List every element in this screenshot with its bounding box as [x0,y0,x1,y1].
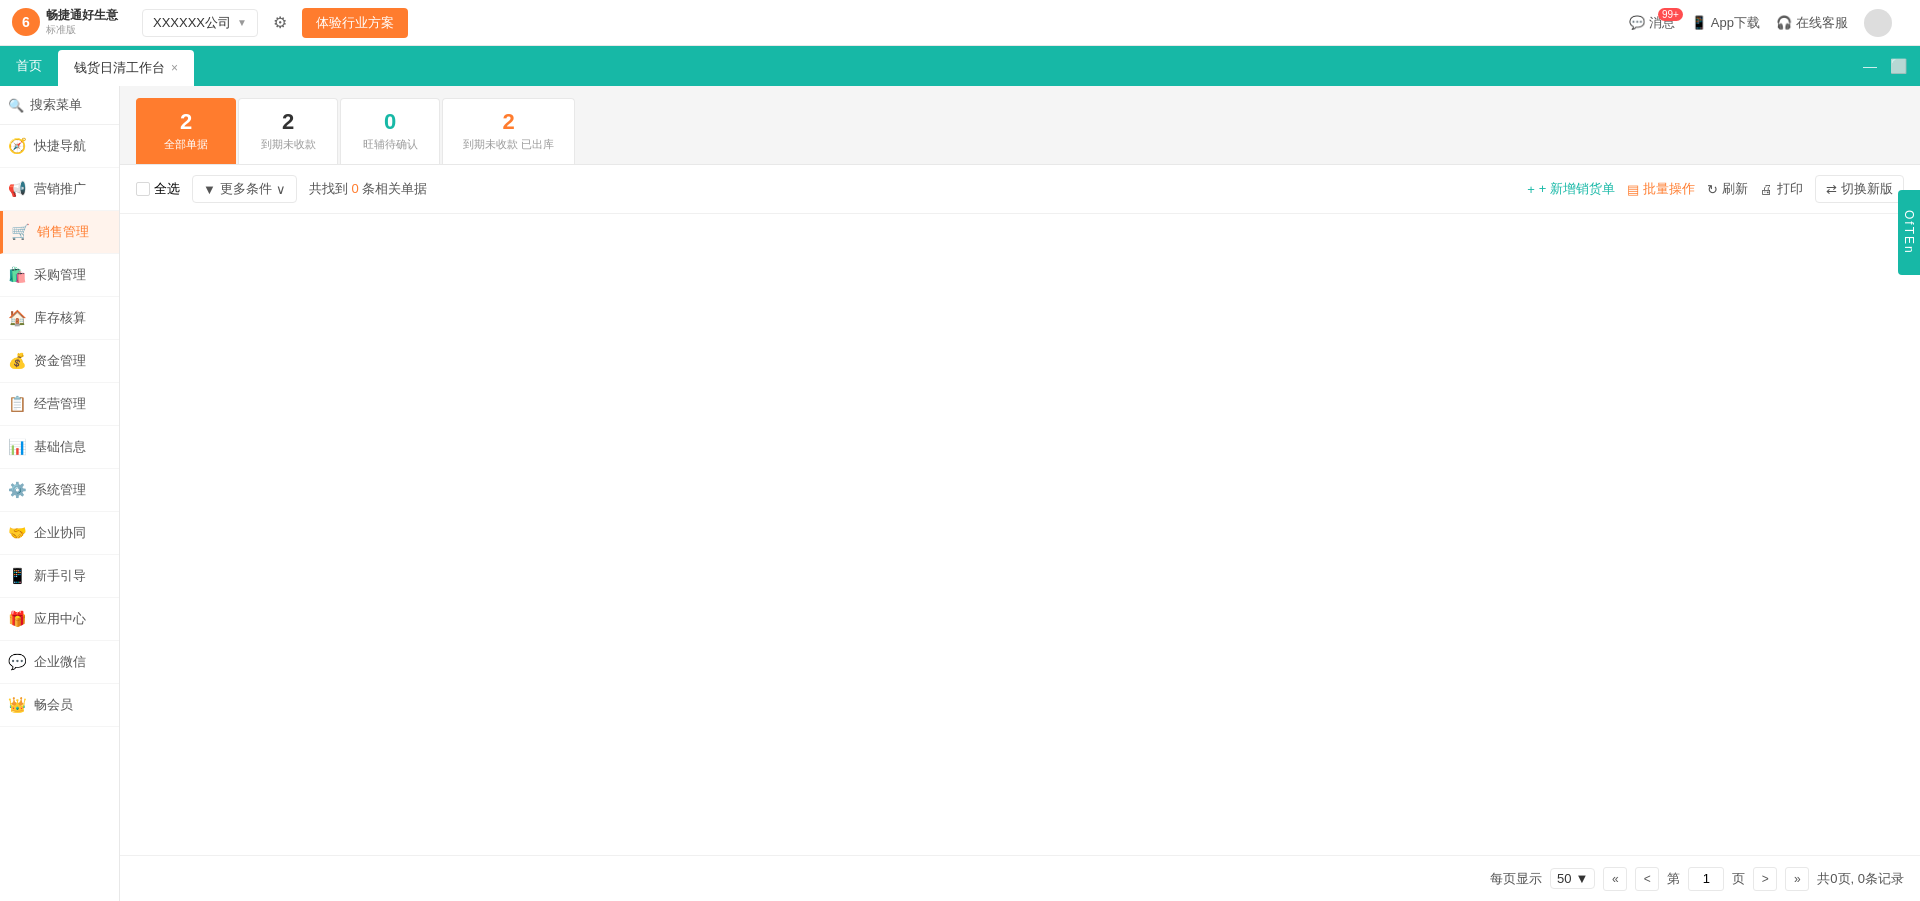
filter-button[interactable]: ▼ 更多条件 ∨ [192,175,297,203]
stat-tab-overdue-unshipped[interactable]: 2 到期未收款 已出库 [442,98,575,164]
message-button[interactable]: 💬 消息 99+ [1629,14,1675,32]
nav-tabs: 首页 钱货日清工作台 × — ⬜ [0,46,1920,86]
marketing-icon: 📢 [8,180,26,198]
stat-tab-wangwang[interactable]: 0 旺辅待确认 [340,98,440,164]
sidebar-item-app-center[interactable]: 🎁 应用中心 [0,598,119,641]
trial-button[interactable]: 体验行业方案 [302,8,408,38]
sidebar-item-operations[interactable]: 📋 经营管理 [0,383,119,426]
top-header: 6 畅捷通好生意 标准版 XXXXXX公司 ▼ ⚙ 体验行业方案 💬 消息 99… [0,0,1920,46]
window-minimize-button[interactable]: — [1860,56,1880,76]
sidebar-item-inventory[interactable]: 🏠 库存核算 [0,297,119,340]
app-download-button[interactable]: 📱 App下载 [1691,14,1760,32]
online-service-button[interactable]: 🎧 在线客服 [1776,14,1848,32]
sidebar-item-quick-nav[interactable]: 🧭 快捷导航 [0,125,119,168]
batch-operation-button[interactable]: ▤ 批量操作 [1627,180,1695,198]
member-icon: 👑 [8,696,26,714]
settings-button[interactable]: ⚙ [266,9,294,37]
found-number: 0 [352,181,359,196]
plus-icon: + [1527,182,1535,197]
wechat-icon: 💬 [8,653,26,671]
per-page-label: 每页显示 [1490,870,1542,888]
refresh-button[interactable]: ↻ 刷新 [1707,180,1748,198]
sidebar-item-member[interactable]: 👑 畅会员 [0,684,119,727]
company-name: XXXXXX公司 [153,14,231,32]
guide-icon: 📱 [8,567,26,585]
sidebar: 🔍 搜索菜单 🧭 快捷导航 📢 营销推广 🛒 销售管理 🛍️ 采购管理 🏠 库存… [0,86,120,901]
refresh-icon: ↻ [1707,182,1718,197]
sidebar-search-button[interactable]: 🔍 搜索菜单 [0,86,119,125]
quick-nav-icon: 🧭 [8,137,26,155]
switch-new-version-button[interactable]: ⇄ 切换新版 [1815,175,1904,203]
page-label: 第 [1667,870,1680,888]
checkbox-box[interactable] [136,182,150,196]
message-icon: 💬 [1629,15,1645,30]
total-info: 共0页, 0条记录 [1817,870,1904,888]
sidebar-item-marketing[interactable]: 📢 营销推广 [0,168,119,211]
found-count-text: 共找到 0 条相关单据 [309,180,427,198]
tab-home[interactable]: 首页 [0,46,58,86]
page-size-select[interactable]: 50 ▼ [1550,868,1595,889]
stat-tab-all[interactable]: 2 全部单据 [136,98,236,164]
sidebar-item-enterprise[interactable]: 🤝 企业协同 [0,512,119,555]
purchase-icon: 🛍️ [8,266,26,284]
logo-text: 畅捷通好生意 标准版 [46,8,118,36]
pagination: 每页显示 50 ▼ « < 第 页 > » [120,855,1920,901]
often-tag[interactable]: OfTEn [1898,190,1920,275]
search-icon: 🔍 [8,98,24,113]
page-number-input[interactable] [1688,867,1724,891]
avatar[interactable] [1864,9,1892,37]
download-icon: 📱 [1691,15,1707,30]
logo-icon: 6 [12,8,40,36]
sidebar-item-base-info[interactable]: 📊 基础信息 [0,426,119,469]
logo-area: 6 畅捷通好生意 标准版 [12,8,132,36]
toolbar-right: + + 新增销货单 ▤ 批量操作 ↻ 刷新 🖨 打印 [1527,175,1904,203]
sales-icon: 🛒 [11,223,29,241]
batch-icon: ▤ [1627,182,1639,197]
system-icon: ⚙️ [8,481,26,499]
last-page-button[interactable]: » [1785,867,1809,891]
company-selector[interactable]: XXXXXX公司 ▼ [142,9,258,37]
inventory-icon: 🏠 [8,309,26,327]
message-badge: 99+ [1658,8,1683,21]
page-suffix: 页 [1732,870,1745,888]
toolbar: 全选 ▼ 更多条件 ∨ 共找到 0 条相关单据 + + 新增销货单 [120,165,1920,214]
chevron-down-icon: ▼ [237,17,247,28]
first-page-button[interactable]: « [1603,867,1627,891]
stats-tabs: 2 全部单据 2 到期未收款 0 旺辅待确认 2 到期未收款 已出库 [120,86,1920,165]
filter-icon: ▼ [203,182,216,197]
sidebar-item-finance[interactable]: 💰 资金管理 [0,340,119,383]
finance-icon: 💰 [8,352,26,370]
sidebar-item-system[interactable]: ⚙️ 系统管理 [0,469,119,512]
header-right: 💬 消息 99+ 📱 App下载 🎧 在线客服 [1629,9,1908,37]
headset-icon: 🎧 [1776,15,1792,30]
operations-icon: 📋 [8,395,26,413]
content-area: 2 全部单据 2 到期未收款 0 旺辅待确认 2 到期未收款 已出库 [120,86,1920,901]
print-icon: 🖨 [1760,182,1773,197]
sidebar-item-wechat[interactable]: 💬 企业微信 [0,641,119,684]
close-tab-icon[interactable]: × [171,61,178,75]
table-area [120,214,1920,855]
sidebar-item-guide[interactable]: 📱 新手引导 [0,555,119,598]
work-area: 全选 ▼ 更多条件 ∨ 共找到 0 条相关单据 + + 新增销货单 [120,165,1920,901]
sidebar-item-sales[interactable]: 🛒 销售管理 [0,211,119,254]
sidebar-item-purchase[interactable]: 🛍️ 采购管理 [0,254,119,297]
prev-page-button[interactable]: < [1635,867,1659,891]
add-sales-order-button[interactable]: + + 新增销货单 [1527,180,1615,198]
stat-tab-overdue-unpaid[interactable]: 2 到期未收款 [238,98,338,164]
main-layout: 🔍 搜索菜单 🧭 快捷导航 📢 营销推广 🛒 销售管理 🛍️ 采购管理 🏠 库存… [0,86,1920,901]
enterprise-icon: 🤝 [8,524,26,542]
app-center-icon: 🎁 [8,610,26,628]
select-all-checkbox[interactable]: 全选 [136,180,180,198]
window-controls: — ⬜ [1860,56,1920,76]
next-page-button[interactable]: > [1753,867,1777,891]
tab-active[interactable]: 钱货日清工作台 × [58,50,194,86]
switch-icon: ⇄ [1826,182,1837,197]
page-size-chevron-icon: ▼ [1575,871,1588,886]
print-button[interactable]: 🖨 打印 [1760,180,1803,198]
base-info-icon: 📊 [8,438,26,456]
window-maximize-button[interactable]: ⬜ [1888,56,1908,76]
chevron-filter-icon: ∨ [276,182,286,197]
